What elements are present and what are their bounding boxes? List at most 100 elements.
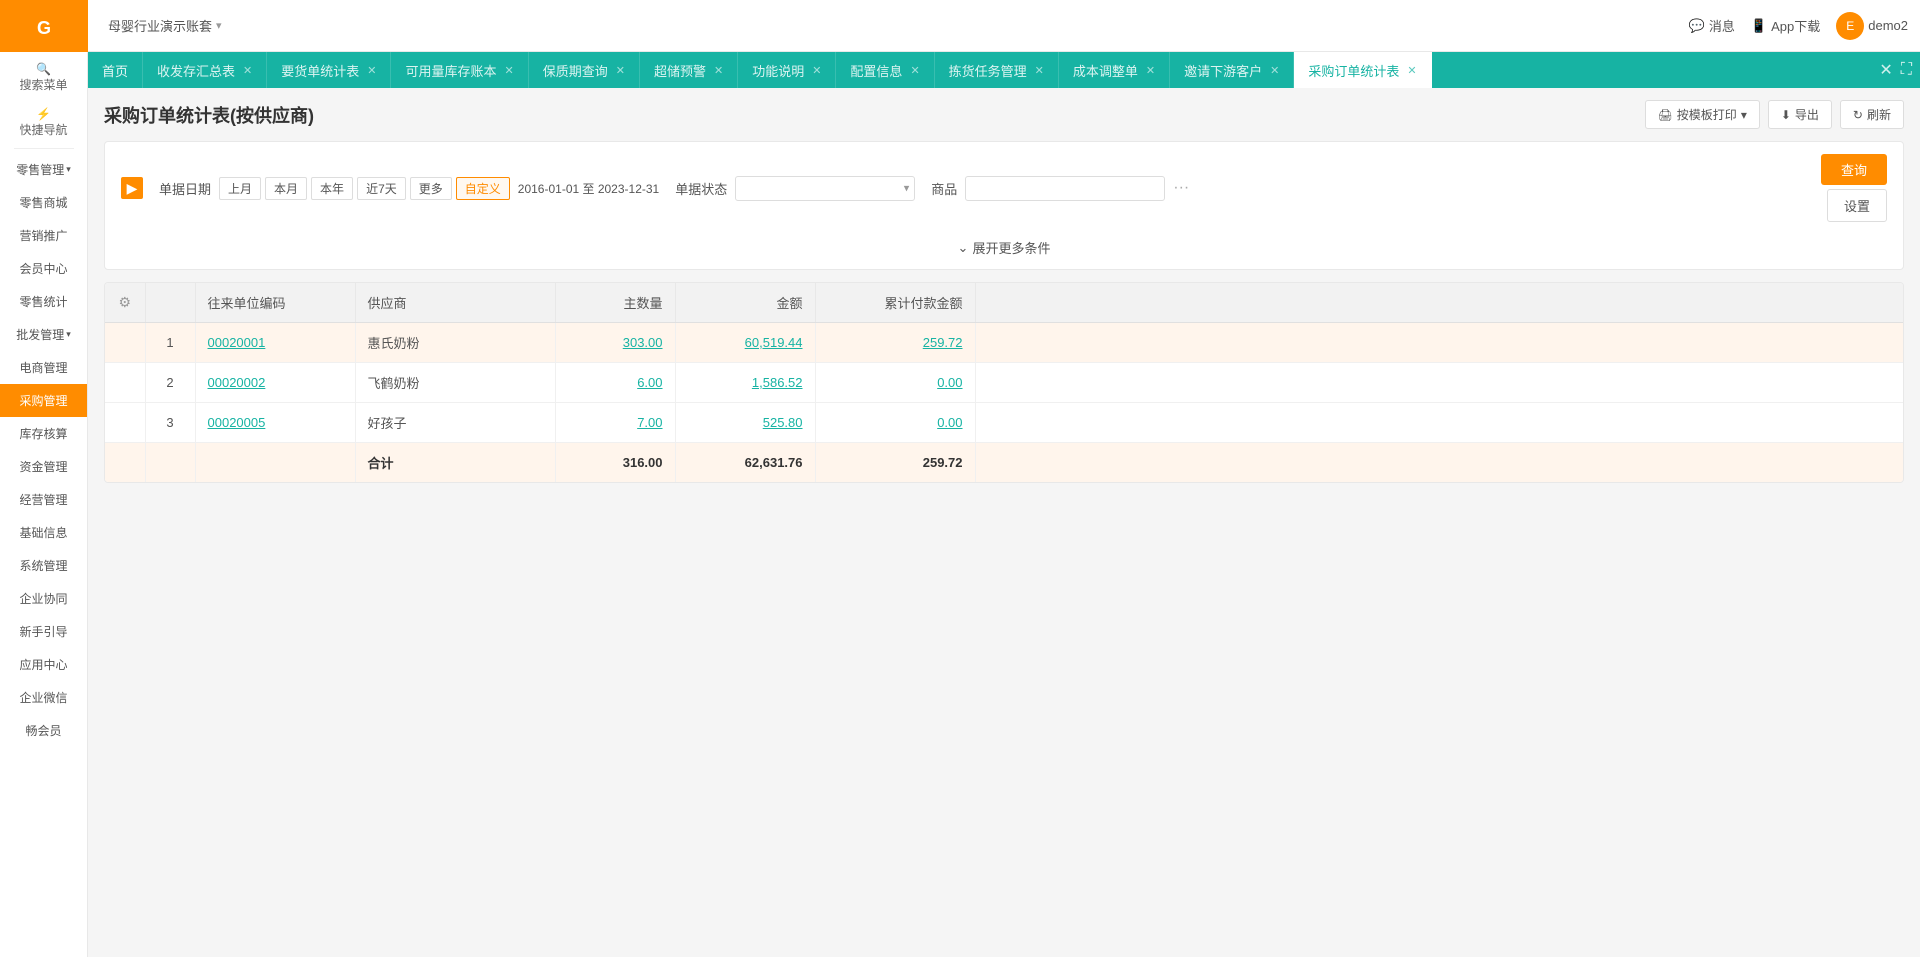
tab-purchase-order-stats[interactable]: 采购订单统计表 ✕ [1294,52,1431,88]
tabbar-actions: ✕ ⛶ [1871,60,1920,80]
page-content: 采购订单统计表(按供应商) 🖨 按模板打印 ▾ ⬇ 导出 ↻ 刷新 [88,88,1920,957]
sidebar-item-wechat[interactable]: 企业微信 [0,681,87,714]
expand-more-btn[interactable]: ⌄ 展开更多条件 [958,238,1051,257]
main-area: 母婴行业演示账套 ▾ 💬 消息 📱 App下载 E demo2 首页 [88,0,1920,957]
sidebar-item-marketing[interactable]: 营销推广 [0,219,87,252]
close-icon[interactable]: ✕ [1407,64,1416,77]
code-link[interactable]: 00020005 [208,415,266,430]
sidebar-item-vip[interactable]: 畅会员 [0,714,87,747]
goods-input[interactable] [965,176,1165,201]
row-amount-cell: 525.80 [675,403,815,443]
more-options-icon[interactable]: ··· [1173,179,1189,197]
sidebar-item-purchase[interactable]: 采购管理 [0,384,87,417]
close-icon[interactable]: ✕ [1146,64,1155,77]
date-7days-btn[interactable]: 近7天 [357,177,406,200]
row-settings-cell [105,403,145,443]
avatar: E [1836,12,1864,40]
filter-dates: 上月 本月 本年 近7天 更多 自定义 [219,177,510,200]
sidebar-item-enterprise[interactable]: 企业协同 [0,582,87,615]
close-icon[interactable]: ✕ [243,64,252,77]
qty-link[interactable]: 303.00 [623,335,663,350]
sidebar-item-retail-mall[interactable]: 零售商城 [0,186,87,219]
sidebar-item-retail-stats[interactable]: 零售统计 [0,285,87,318]
sidebar-item-inventory[interactable]: 库存核算 [0,417,87,450]
row-supplier-cell: 飞鹤奶粉 [355,363,555,403]
close-all-tabs-icon[interactable]: ✕ [1879,60,1892,80]
code-link[interactable]: 00020001 [208,335,266,350]
footer-qty-cell: 316.00 [555,443,675,483]
amount-link[interactable]: 1,586.52 [752,375,803,390]
sidebar-item-ecommerce[interactable]: 电商管理 [0,351,87,384]
sidebar-search[interactable]: 🔍 搜索菜单 [0,52,87,99]
date-more-btn[interactable]: 更多 [410,177,452,200]
tab-stock-summary[interactable]: 收发存汇总表 ✕ [143,52,267,88]
page-actions: 🖨 按模板打印 ▾ ⬇ 导出 ↻ 刷新 [1645,100,1904,129]
row-amount-cell: 1,586.52 [675,363,815,403]
workspace-selector[interactable]: 母婴行业演示账套 ▾ [100,16,260,35]
qty-link[interactable]: 7.00 [637,415,662,430]
sidebar-item-tutorial[interactable]: 新手引导 [0,615,87,648]
row-qty-cell: 303.00 [555,323,675,363]
paid-link[interactable]: 0.00 [937,375,962,390]
code-link[interactable]: 00020002 [208,375,266,390]
qty-link[interactable]: 6.00 [637,375,662,390]
column-settings-icon[interactable]: ⚙ [118,294,131,310]
sidebar-item-wholesale[interactable]: 批发管理 ▾ [0,318,87,351]
sidebar-shortcut[interactable]: ⚡ 快捷导航 [0,99,87,144]
tab-invite-customer[interactable]: 邀请下游客户 ✕ [1170,52,1294,88]
close-icon[interactable]: ✕ [616,64,625,77]
printer-icon: 🖨 [1658,108,1673,122]
date-range-display: 2016-01-01 至 2023-12-31 [518,180,659,197]
row-no-cell: 3 [145,403,195,443]
paid-link[interactable]: 0.00 [937,415,962,430]
query-button[interactable]: 查询 [1821,154,1887,185]
row-extra-cell [975,363,1903,403]
row-settings-cell [105,323,145,363]
status-select[interactable] [735,176,915,201]
row-no-cell: 2 [145,363,195,403]
tab-function-desc[interactable]: 功能说明 ✕ [738,52,836,88]
sidebar-item-finance[interactable]: 资金管理 [0,450,87,483]
sidebar-item-retail-mgmt[interactable]: 零售管理 ▾ [0,153,87,186]
export-button[interactable]: ⬇ 导出 [1768,100,1832,129]
app-download-btn[interactable]: 📱 App下载 [1751,16,1820,35]
date-this-month-btn[interactable]: 本月 [265,177,307,200]
close-icon[interactable]: ✕ [505,64,514,77]
app-logo[interactable]: G [0,0,88,52]
user-profile[interactable]: E demo2 [1836,12,1908,40]
amount-link[interactable]: 60,519.44 [745,335,803,350]
date-custom-btn[interactable]: 自定义 [456,177,510,200]
close-icon[interactable]: ✕ [367,64,376,77]
message-btn[interactable]: 💬 消息 [1689,16,1735,35]
filter-toggle-btn[interactable]: ▶ [121,177,143,199]
date-this-year-btn[interactable]: 本年 [311,177,353,200]
export-icon: ⬇ [1781,108,1791,122]
amount-link[interactable]: 525.80 [763,415,803,430]
tab-overstock[interactable]: 超储预警 ✕ [640,52,738,88]
row-code-cell: 00020005 [195,403,355,443]
close-icon[interactable]: ✕ [1035,64,1044,77]
tab-config-info[interactable]: 配置信息 ✕ [836,52,934,88]
tab-available-stock[interactable]: 可用量库存账本 ✕ [391,52,528,88]
close-icon[interactable]: ✕ [910,64,919,77]
sidebar-item-members[interactable]: 会员中心 [0,252,87,285]
tab-cost-adjust[interactable]: 成本调整单 ✕ [1059,52,1170,88]
sidebar-item-basic-info[interactable]: 基础信息 [0,516,87,549]
sidebar-item-operations[interactable]: 经营管理 [0,483,87,516]
close-icon[interactable]: ✕ [812,64,821,77]
tab-pick-task[interactable]: 拣货任务管理 ✕ [935,52,1059,88]
fullscreen-icon[interactable]: ⛶ [1901,61,1912,79]
paid-link[interactable]: 259.72 [923,335,963,350]
sidebar-item-system[interactable]: 系统管理 [0,549,87,582]
tab-home[interactable]: 首页 [88,52,143,88]
close-icon[interactable]: ✕ [1270,64,1279,77]
close-icon[interactable]: ✕ [714,64,723,77]
refresh-button[interactable]: ↻ 刷新 [1840,100,1904,129]
print-button[interactable]: 🖨 按模板打印 ▾ [1645,100,1760,129]
sidebar-item-app-center[interactable]: 应用中心 [0,648,87,681]
settings-button[interactable]: 设置 [1827,189,1887,222]
date-last-month-btn[interactable]: 上月 [219,177,261,200]
tab-quality-query[interactable]: 保质期查询 ✕ [529,52,640,88]
tab-order-stats[interactable]: 要货单统计表 ✕ [267,52,391,88]
goods-label: 商品 [931,179,957,198]
